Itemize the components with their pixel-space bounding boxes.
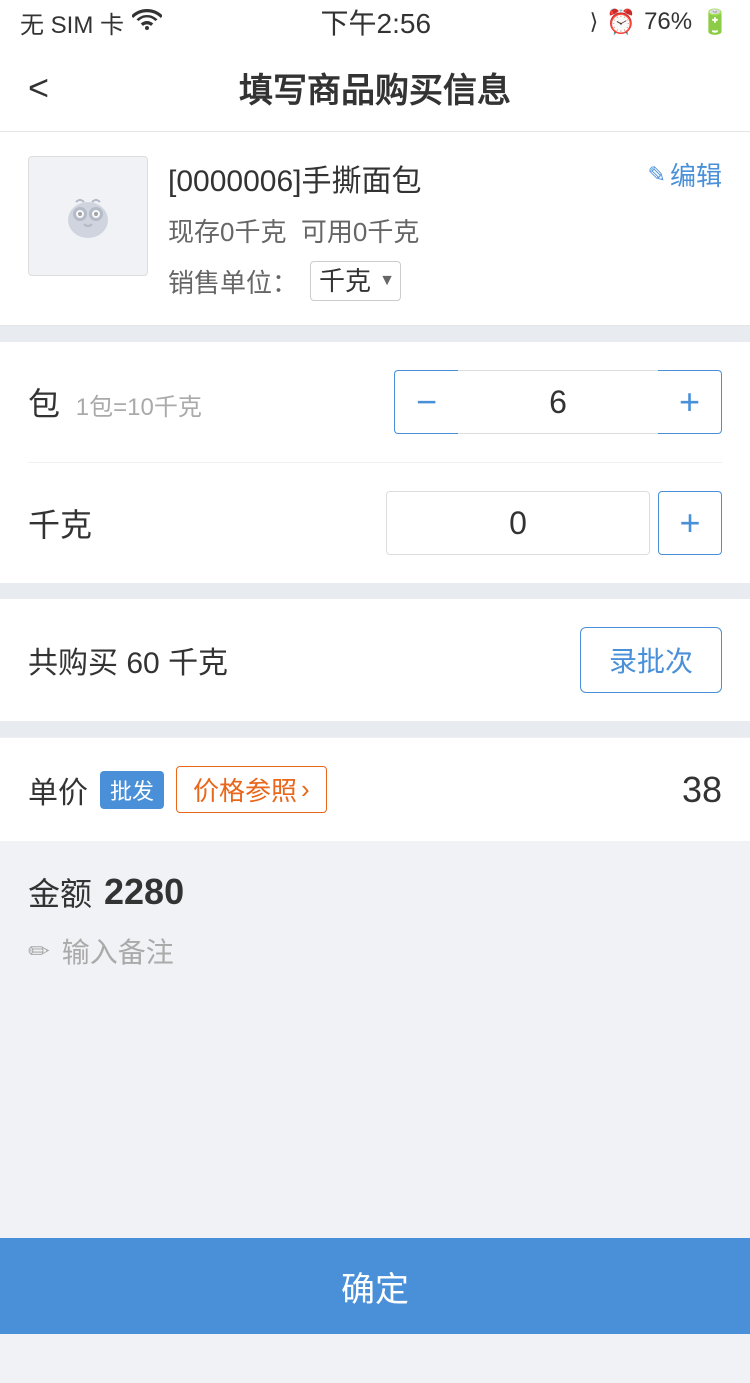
amount-section: 金额 2280 ✏ 输入备注 [0, 841, 750, 987]
product-card: [0000006]手撕面包 现存0千克 可用0千克 销售单位： 千克 ✎ 编辑 [0, 132, 750, 326]
quantity-section: 包 1包=10千克 − + 千克 + [0, 342, 750, 583]
price-section: 单价 批发 价格参照 › 38 [0, 737, 750, 841]
kg-quantity-control: + [386, 491, 722, 555]
edit-button[interactable]: ✎ 编辑 [648, 156, 722, 193]
product-info: [0000006]手撕面包 现存0千克 可用0千克 销售单位： 千克 [168, 156, 722, 301]
total-section: 共购买 60 千克 录批次 [0, 599, 750, 721]
bao-decrement-button[interactable]: − [394, 370, 458, 434]
pifa-badge: 批发 [100, 771, 164, 809]
section-divider-3 [0, 721, 750, 737]
bao-quantity-control: − + [394, 370, 722, 434]
batch-button[interactable]: 录批次 [580, 627, 722, 693]
price-ref-button[interactable]: 价格参照 › [176, 766, 327, 813]
remark-placeholder: 输入备注 [62, 931, 174, 971]
amount-label: 金额 [28, 869, 92, 915]
kg-row: 千克 + [28, 463, 722, 583]
page-title: 填写商品购买信息 [239, 63, 511, 112]
price-value: 38 [682, 769, 722, 811]
remark-row[interactable]: ✏ 输入备注 [28, 931, 722, 971]
back-button[interactable]: < [28, 67, 49, 109]
kg-input[interactable] [386, 491, 650, 555]
price-label: 单价 [28, 768, 88, 812]
total-text: 共购买 60 千克 [28, 638, 228, 682]
confirm-button[interactable]: 确定 [0, 1238, 750, 1334]
edit-icon: ✎ [648, 162, 666, 188]
kg-increment-button[interactable]: + [658, 491, 722, 555]
remark-icon: ✏ [28, 936, 50, 967]
product-unit-row: 销售单位： 千克 [168, 261, 722, 301]
section-divider-2 [0, 583, 750, 599]
alarm-icon: ⏰ [606, 8, 636, 37]
bao-label: 包 [28, 386, 60, 422]
bao-increment-button[interactable]: + [658, 370, 722, 434]
battery-icon: 🔋 [700, 8, 730, 37]
section-divider-1 [0, 326, 750, 342]
product-stock: 现存0千克 可用0千克 [168, 212, 722, 249]
unit-select[interactable]: 千克 [310, 261, 401, 301]
status-right: ⟩ ⏰ 76% 🔋 [590, 8, 730, 37]
bao-row: 包 1包=10千克 − + [28, 342, 722, 463]
total-amount: 60 [126, 647, 159, 680]
status-left: 无 SIM 卡 [20, 5, 162, 40]
battery-label: 76% [644, 8, 692, 36]
kg-label: 千克 [28, 500, 92, 546]
carrier-label: 无 SIM 卡 [20, 5, 124, 40]
product-name: [0000006]手撕面包 [168, 156, 722, 200]
time-label: 下午2:56 [321, 2, 432, 42]
price-left: 单价 批发 价格参照 › [28, 766, 327, 813]
wifi-icon [132, 8, 162, 37]
amount-value: 2280 [104, 871, 184, 913]
status-bar: 无 SIM 卡 下午2:56 ⟩ ⏰ 76% 🔋 [0, 0, 750, 44]
bao-input[interactable] [458, 370, 658, 434]
amount-row: 金额 2280 [28, 869, 722, 915]
location-icon: ⟩ [590, 9, 599, 35]
unit-select-wrap[interactable]: 千克 [310, 261, 401, 301]
nav-bar: < 填写商品购买信息 [0, 44, 750, 132]
price-ref-label: 价格参照 [193, 771, 297, 808]
bao-hint: 1包=10千克 [76, 394, 202, 421]
product-image [28, 156, 148, 276]
price-ref-arrow: › [301, 774, 310, 805]
bao-label-wrap: 包 1包=10千克 [28, 379, 202, 425]
